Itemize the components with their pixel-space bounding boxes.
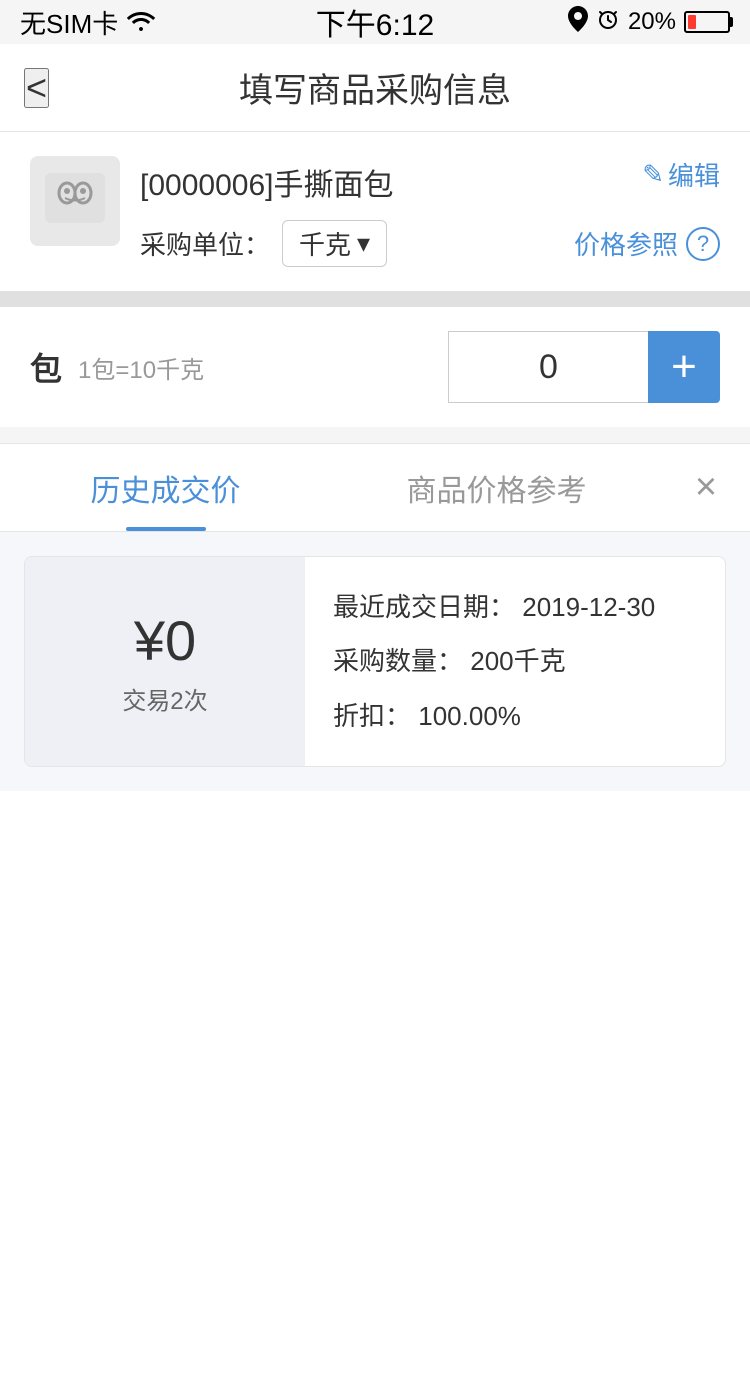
alarm-icon bbox=[596, 7, 620, 38]
location-icon bbox=[568, 6, 588, 39]
tab-history-label: 历史成交价 bbox=[91, 466, 241, 510]
help-icon[interactable]: ? bbox=[686, 227, 720, 261]
product-info: [0000006]手撕面包 采购单位： 千克 ▾ bbox=[140, 156, 393, 267]
product-logo-icon bbox=[45, 173, 105, 230]
price-card-right: 最近成交日期： 2019-12-30 采购数量： 200千克 折扣： 100.0… bbox=[305, 557, 725, 766]
price-card-left: ¥0 交易2次 bbox=[25, 557, 305, 766]
price-ref-label: 价格参照 bbox=[574, 225, 678, 262]
nav-bar: < 填写商品采购信息 bbox=[0, 44, 750, 132]
discount-row: 折扣： 100.00% bbox=[333, 698, 697, 734]
unit-select[interactable]: 千克 ▾ bbox=[282, 220, 387, 267]
edit-label: 编辑 bbox=[668, 156, 720, 193]
page-title: 填写商品采购信息 bbox=[239, 63, 511, 112]
back-button[interactable]: < bbox=[24, 68, 49, 108]
quantity-value: 200千克 bbox=[470, 646, 565, 676]
status-right: 20% bbox=[568, 6, 730, 39]
tabs-section: 历史成交价 商品价格参考 × ¥0 交易2次 最近成交日期： 2019-12-3… bbox=[0, 443, 750, 791]
time-label: 下午6:12 bbox=[316, 0, 434, 44]
quantity-label-group: 包 1包=10千克 bbox=[30, 344, 204, 390]
amount-value: 0 bbox=[165, 609, 196, 672]
battery-icon bbox=[684, 11, 730, 33]
section-divider bbox=[0, 291, 750, 307]
edit-icon: ✎ bbox=[642, 159, 664, 190]
price-amount: ¥0 bbox=[134, 608, 196, 673]
price-card: ¥0 交易2次 最近成交日期： 2019-12-30 采购数量： 200千克 折… bbox=[24, 556, 726, 767]
edit-button[interactable]: ✎ 编辑 bbox=[642, 156, 720, 193]
unit-label: 采购单位： bbox=[140, 225, 270, 262]
price-ref-button[interactable]: 价格参照 ? bbox=[574, 225, 720, 262]
unit-value: 千克 bbox=[299, 225, 351, 262]
tab-history-price[interactable]: 历史成交价 bbox=[0, 444, 331, 531]
quantity-label: 采购数量： bbox=[333, 646, 463, 676]
tabs-header: 历史成交价 商品价格参考 × bbox=[0, 444, 750, 532]
recent-date-value: 2019-12-30 bbox=[522, 592, 655, 622]
tabs-close-button[interactable]: × bbox=[662, 444, 750, 532]
currency-symbol: ¥ bbox=[134, 609, 165, 672]
page-body bbox=[0, 791, 750, 1391]
status-bar: 无SIM卡 下午6:12 20% bbox=[0, 0, 750, 44]
status-left: 无SIM卡 bbox=[20, 4, 156, 41]
recent-date-label: 最近成交日期： bbox=[333, 592, 515, 622]
tab-price-ref-label: 商品价格参考 bbox=[407, 466, 587, 510]
recent-date-row: 最近成交日期： 2019-12-30 bbox=[333, 589, 697, 625]
quantity-unit-icon: 包 bbox=[30, 344, 62, 390]
quantity-equiv: 1包=10千克 bbox=[78, 350, 204, 385]
product-unit-row: 采购单位： 千克 ▾ bbox=[140, 220, 393, 267]
tab-price-ref[interactable]: 商品价格参考 bbox=[331, 444, 662, 531]
quantity-plus-button[interactable]: + bbox=[648, 331, 720, 403]
discount-value: 100.00% bbox=[418, 701, 521, 731]
wifi-icon bbox=[126, 7, 156, 38]
quantity-row: 采购数量： 200千克 bbox=[333, 643, 697, 679]
tab-active-indicator bbox=[126, 527, 206, 531]
carrier-label: 无SIM卡 bbox=[20, 4, 118, 41]
chevron-down-icon: ▾ bbox=[357, 228, 370, 259]
product-thumbnail bbox=[30, 156, 120, 246]
product-section: [0000006]手撕面包 采购单位： 千克 ▾ ✎ 编辑 价格参照 ? bbox=[0, 132, 750, 291]
price-trades: 交易2次 bbox=[122, 681, 207, 716]
discount-label: 折扣： bbox=[333, 701, 411, 731]
quantity-section: 包 1包=10千克 + bbox=[0, 307, 750, 427]
product-name: [0000006]手撕面包 bbox=[140, 160, 393, 204]
battery-percent: 20% bbox=[628, 8, 676, 36]
quantity-input-group: + bbox=[448, 331, 720, 403]
quantity-input[interactable] bbox=[448, 331, 648, 403]
history-price-content: ¥0 交易2次 最近成交日期： 2019-12-30 采购数量： 200千克 折… bbox=[0, 532, 750, 791]
